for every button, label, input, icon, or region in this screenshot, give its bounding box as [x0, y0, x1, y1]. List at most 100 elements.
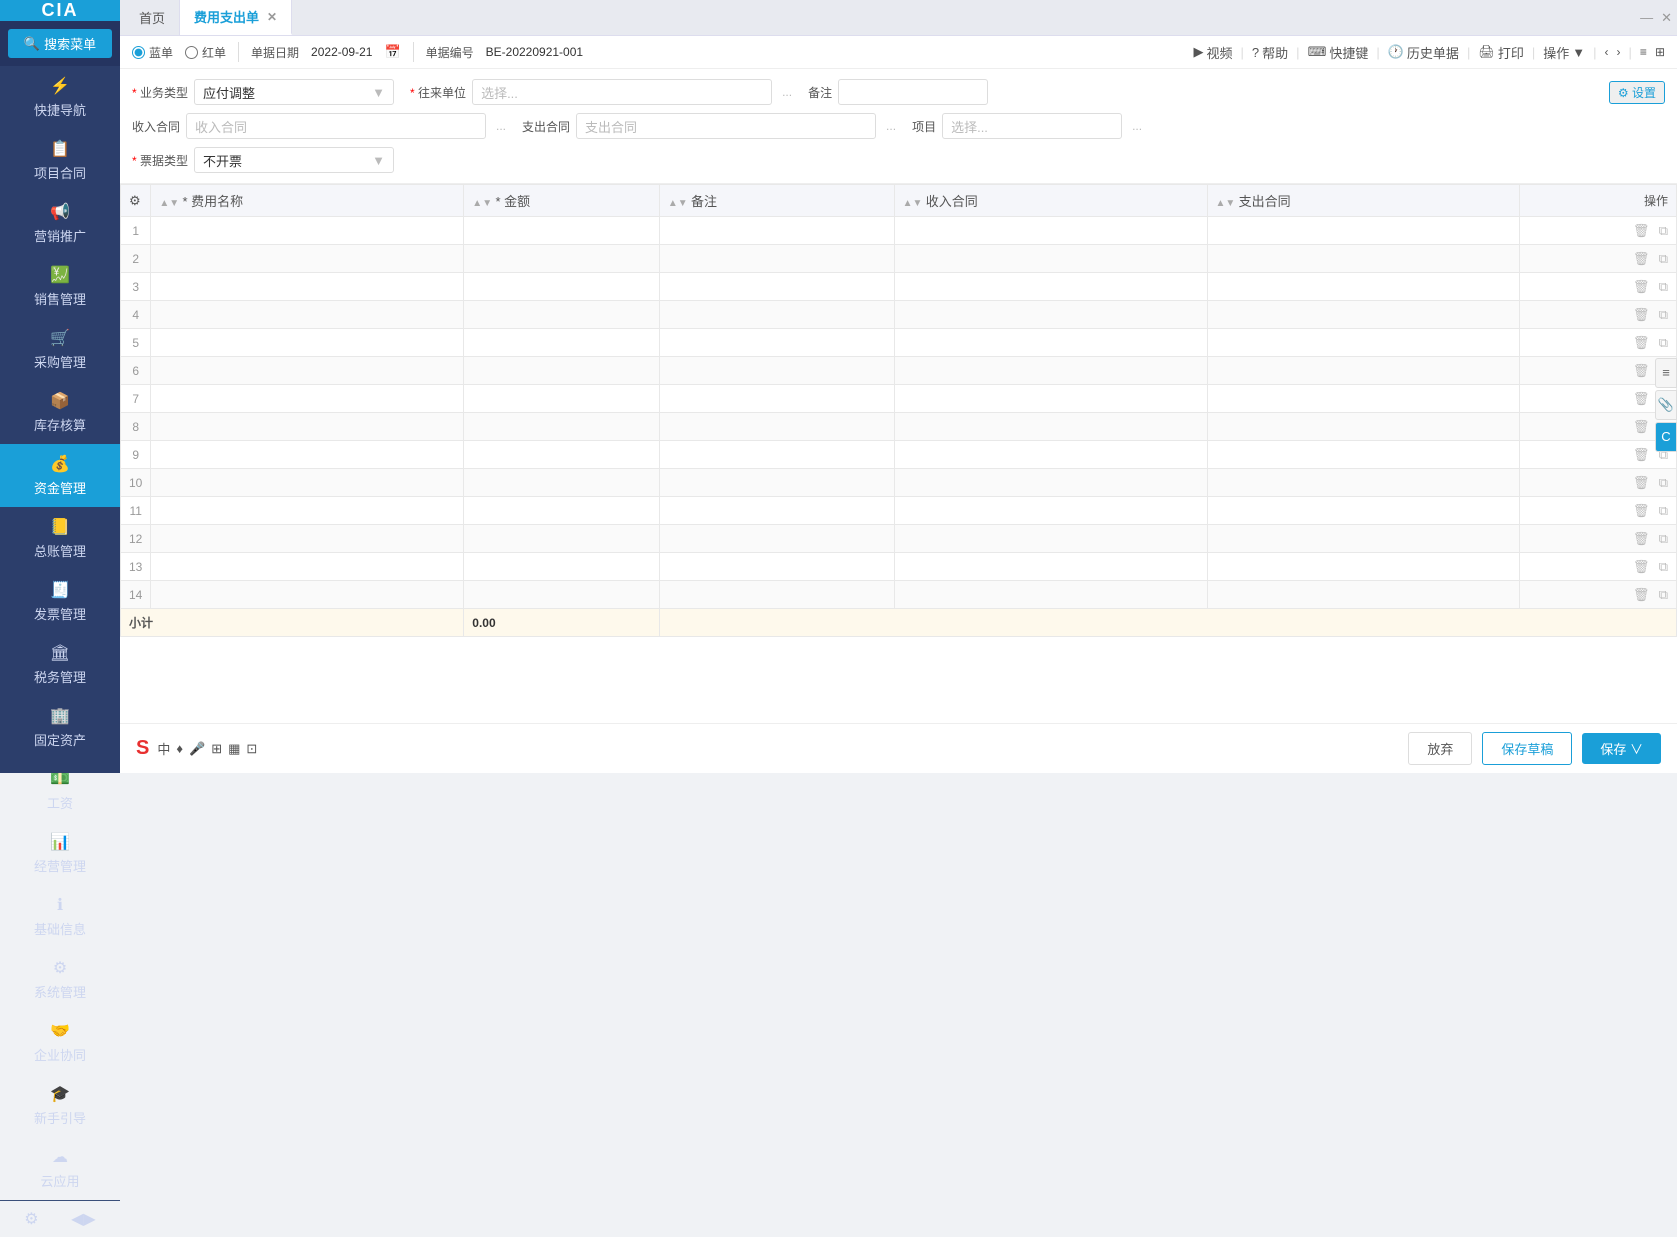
sidebar-item-project-contract[interactable]: 📋 项目合同 [0, 129, 120, 192]
delete-row-icon[interactable]: 🗑 [1633, 335, 1650, 350]
expense-name-cell[interactable] [151, 525, 464, 553]
sidebar-item-accounting[interactable]: 📒 总账管理 [0, 507, 120, 570]
copy-row-icon[interactable]: ⧉ [1659, 559, 1668, 574]
expense-name-cell[interactable] [151, 581, 464, 609]
expense-contract-cell[interactable] [1207, 497, 1520, 525]
sidebar-item-sys[interactable]: ⚙ 系统管理 [0, 948, 120, 1011]
th-expense-contract[interactable]: ▲▼ 支出合同 [1207, 185, 1520, 217]
delete-row-icon[interactable]: 🗑 [1633, 391, 1650, 406]
th-note[interactable]: ▲▼ 备注 [659, 185, 894, 217]
th-amount[interactable]: ▲▼ * 金额 [464, 185, 660, 217]
note-cell[interactable] [659, 525, 894, 553]
expense-contract-cell[interactable] [1207, 413, 1520, 441]
partner-dots[interactable]: ... [782, 85, 792, 99]
sidebar-item-tax[interactable]: 🏛 税务管理 [0, 633, 120, 696]
copy-row-icon[interactable]: ⧉ [1659, 279, 1668, 294]
sidebar-item-invoice[interactable]: 🧾 发票管理 [0, 570, 120, 633]
copy-row-icon[interactable]: ⧉ [1659, 251, 1668, 266]
amount-cell[interactable] [464, 245, 660, 273]
note-cell[interactable] [659, 385, 894, 413]
sidebar-item-basic-info[interactable]: ℹ 基础信息 [0, 885, 120, 948]
sidebar-item-ops[interactable]: 📊 经营管理 [0, 822, 120, 885]
delete-row-icon[interactable]: 🗑 [1633, 363, 1650, 378]
expense-contract-cell[interactable] [1207, 385, 1520, 413]
biz-type-select[interactable]: 应付调整 ▼ [194, 79, 394, 105]
expense-contract-cell[interactable] [1207, 469, 1520, 497]
sidebar-item-quick-nav[interactable]: ⚡ 快捷导航 [0, 66, 120, 129]
amount-cell[interactable] [464, 385, 660, 413]
sidebar-item-capital[interactable]: 💰 资金管理 [0, 444, 120, 507]
income-contract-cell[interactable] [894, 441, 1207, 469]
delete-row-icon[interactable]: 🗑 [1633, 531, 1650, 546]
note-cell[interactable] [659, 273, 894, 301]
th-expense-name[interactable]: ▲▼ * 费用名称 [151, 185, 464, 217]
settings-bottom-icon[interactable]: ⚙ [24, 1209, 38, 1229]
income-contract-input[interactable]: 收入合同 [186, 113, 486, 139]
expense-contract-cell[interactable] [1207, 329, 1520, 357]
expense-name-cell[interactable] [151, 413, 464, 441]
expense-contract-cell[interactable] [1207, 581, 1520, 609]
th-config[interactable]: ⚙ [121, 185, 151, 217]
amount-cell[interactable] [464, 553, 660, 581]
note-cell[interactable] [659, 357, 894, 385]
income-contract-cell[interactable] [894, 217, 1207, 245]
income-contract-cell[interactable] [894, 525, 1207, 553]
income-contract-cell[interactable] [894, 357, 1207, 385]
copy-row-icon[interactable]: ⧉ [1659, 307, 1668, 322]
expense-name-cell[interactable] [151, 357, 464, 385]
expense-name-cell[interactable] [151, 553, 464, 581]
history-btn[interactable]: 🕐 历史单据 [1388, 43, 1459, 62]
delete-row-icon[interactable]: 🗑 [1633, 447, 1650, 462]
amount-cell[interactable] [464, 217, 660, 245]
view-list-btn[interactable]: ≡ [1640, 45, 1647, 59]
amount-cell[interactable] [464, 329, 660, 357]
income-contract-cell[interactable] [894, 553, 1207, 581]
amount-cell[interactable] [464, 469, 660, 497]
delete-row-icon[interactable]: 🗑 [1633, 475, 1650, 490]
sidebar-item-cloud-app[interactable]: ☁ 云应用 [0, 1137, 120, 1200]
income-contract-cell[interactable] [894, 245, 1207, 273]
note-cell[interactable] [659, 581, 894, 609]
save-draft-button[interactable]: 保存草稿 [1482, 732, 1572, 765]
sidebar-item-sales[interactable]: 💹 销售管理 [0, 255, 120, 318]
video-btn[interactable]: ▶ 视频 [1194, 43, 1233, 62]
expense-name-cell[interactable] [151, 329, 464, 357]
sidebar-item-payroll[interactable]: 💵 工资 [0, 759, 120, 822]
expense-name-cell[interactable] [151, 301, 464, 329]
note-cell[interactable] [659, 441, 894, 469]
copy-row-icon[interactable]: ⧉ [1659, 587, 1668, 602]
delete-row-icon[interactable]: 🗑 [1633, 223, 1650, 238]
amount-cell[interactable] [464, 581, 660, 609]
minimize-icon[interactable]: — [1640, 10, 1653, 26]
invoice-type-select[interactable]: 不开票 ▼ [194, 147, 394, 173]
delete-row-icon[interactable]: 🗑 [1633, 419, 1650, 434]
income-contract-cell[interactable] [894, 301, 1207, 329]
amount-cell[interactable] [464, 357, 660, 385]
expense-contract-dots[interactable]: ... [886, 119, 896, 133]
income-contract-cell[interactable] [894, 581, 1207, 609]
tab-home[interactable]: 首页 [125, 0, 180, 35]
print-btn[interactable]: 🖨 打印 [1478, 43, 1524, 62]
nav-next-btn[interactable]: › [1617, 45, 1621, 59]
note-cell[interactable] [659, 413, 894, 441]
shortcut-btn[interactable]: ⌨ 快捷键 [1308, 43, 1369, 62]
expense-name-cell[interactable] [151, 245, 464, 273]
calendar-icon[interactable]: 📅 [384, 44, 400, 60]
expense-name-cell[interactable] [151, 217, 464, 245]
expense-name-cell[interactable] [151, 497, 464, 525]
delete-row-icon[interactable]: 🗑 [1633, 559, 1650, 574]
sidebar-item-inventory[interactable]: 📦 库存核算 [0, 381, 120, 444]
expense-name-cell[interactable] [151, 385, 464, 413]
operation-btn[interactable]: 操作 ▼ [1543, 43, 1585, 62]
expense-contract-cell[interactable] [1207, 357, 1520, 385]
close-tab-icon[interactable]: ✕ [267, 10, 277, 24]
note-cell[interactable] [659, 329, 894, 357]
copy-row-icon[interactable]: ⧉ [1659, 475, 1668, 490]
search-menu-button[interactable]: 🔍 搜索菜单 [8, 29, 112, 58]
th-income-contract[interactable]: ▲▼ 收入合同 [894, 185, 1207, 217]
amount-cell[interactable] [464, 301, 660, 329]
expense-contract-cell[interactable] [1207, 525, 1520, 553]
sidebar-item-purchase[interactable]: 🛒 采购管理 [0, 318, 120, 381]
side-float-list-btn[interactable]: ≡ [1655, 358, 1677, 388]
copy-row-icon[interactable]: ⧉ [1659, 531, 1668, 546]
